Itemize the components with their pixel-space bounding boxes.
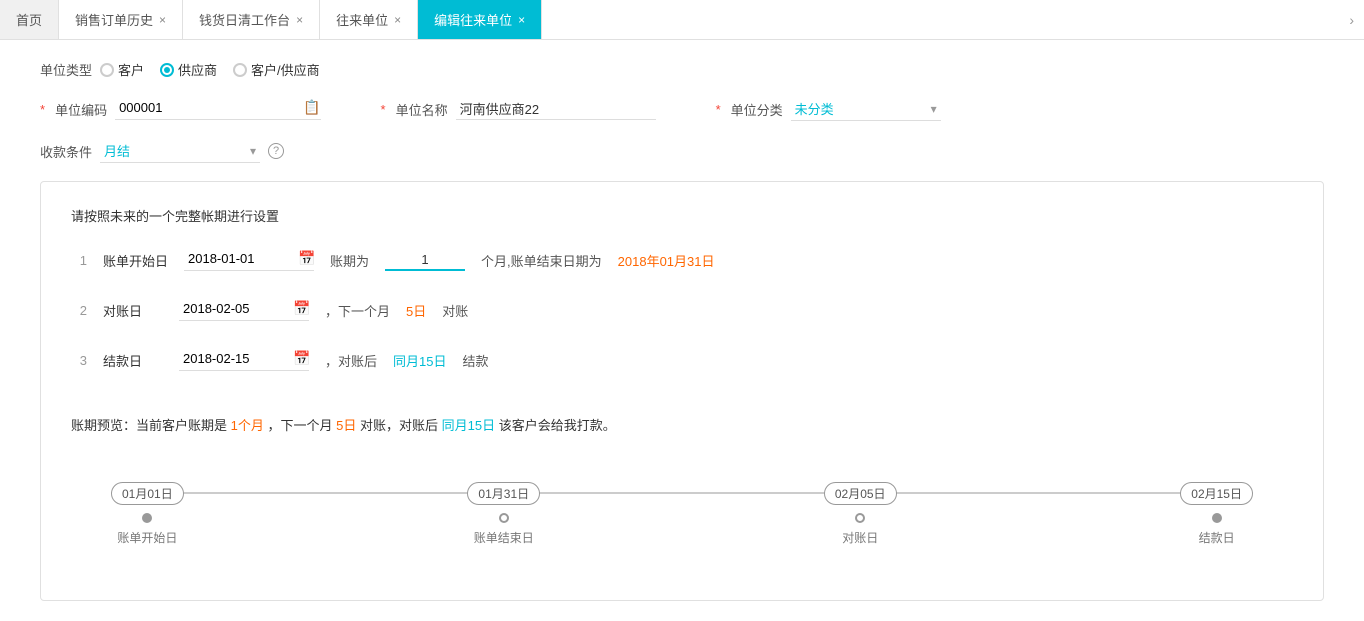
timeline-dot-1 <box>142 513 152 523</box>
payment-date-calendar-icon[interactable]: 📅 <box>293 350 310 367</box>
preview-text: 账期预览：当前客户账期是 1个月 ，下一个月 5日 对账，对账后 同月15日 该… <box>71 415 1293 434</box>
unit-name-input[interactable] <box>456 98 656 120</box>
unit-code-icon[interactable]: 📋 <box>303 99 320 116</box>
radio-customer-circle <box>100 63 114 77</box>
timeline-badge-1: 01月01日 <box>111 482 184 505</box>
close-cash-work-icon[interactable]: × <box>296 13 303 27</box>
settings-section: 请按照未来的一个完整帐期进行设置 1 账单开始日 📅 账期为 个月,账单结束日期… <box>40 181 1324 601</box>
start-date-input[interactable] <box>184 249 294 268</box>
main-content: 单位类型 客户 供应商 客户/供应商 * 单位编码 <box>0 40 1364 621</box>
payment-date-field: 📅 <box>179 349 309 371</box>
preview-section: 账期预览：当前客户账期是 1个月 ，下一个月 5日 对账，对账后 同月15日 该… <box>71 399 1293 576</box>
unit-class-group: * 单位分类 未分类 ▾ <box>716 97 941 121</box>
timeline-label-3: 对账日 <box>842 529 878 546</box>
radio-supplier[interactable]: 供应商 <box>160 60 217 79</box>
payment-highlight: 同月15日 <box>393 351 446 370</box>
row-label-3: 结款日 <box>103 351 163 370</box>
unit-class-required: * <box>716 102 721 117</box>
row-label-1: 账单开始日 <box>103 251 168 270</box>
timeline-label-4: 结款日 <box>1199 529 1235 546</box>
end-date-display: 2018年01月31日 <box>618 251 715 270</box>
start-date-field: 📅 <box>184 249 314 271</box>
tab-partner[interactable]: 往来单位 × <box>320 0 418 39</box>
timeline-badge-3: 02月05日 <box>824 482 897 505</box>
timeline-item-2: 01月31日 账单结束日 <box>467 482 540 546</box>
reconcile-highlight: 5日 <box>406 301 426 320</box>
unit-info-row: * 单位编码 📋 * 单位名称 * 单位分类 未分类 ▾ <box>40 97 1324 121</box>
radio-customer-supplier[interactable]: 客户/供应商 <box>233 60 320 79</box>
payment-condition-row: 收款条件 月结 ▾ ? <box>40 139 1324 163</box>
row-number-2: 2 <box>71 303 87 318</box>
timeline-label-1: 账单开始日 <box>117 529 177 546</box>
reconcile-prefix: ，下一个月 <box>325 301 390 320</box>
unit-code-input[interactable] <box>115 98 299 117</box>
preview-part3: 同月15日 <box>442 418 495 433</box>
payment-condition-dropdown[interactable]: 月结 ▾ <box>100 139 260 163</box>
unit-type-radio-group: 客户 供应商 客户/供应商 <box>100 60 320 79</box>
payment-condition-label: 收款条件 <box>40 142 92 161</box>
payment-help-icon[interactable]: ? <box>268 143 284 159</box>
period-input[interactable] <box>385 250 465 271</box>
period-unit: 个月,账单结束日期为 <box>481 251 602 270</box>
payment-suffix: 结款 <box>462 351 488 370</box>
radio-customer[interactable]: 客户 <box>100 60 144 79</box>
date-row-3: 3 结款日 📅 ，对账后 同月15日 结款 <box>71 349 1293 371</box>
row-number-1: 1 <box>71 253 87 268</box>
unit-class-value: 未分类 <box>795 99 927 118</box>
unit-class-dropdown-arrow: ▾ <box>931 102 937 116</box>
close-partner-icon[interactable]: × <box>394 13 401 27</box>
timeline-badge-4: 02月15日 <box>1180 482 1253 505</box>
payment-condition-value: 月结 <box>104 141 246 160</box>
timeline-label-2: 账单结束日 <box>474 529 534 546</box>
tab-sales-history[interactable]: 销售订单历史 × <box>59 0 183 39</box>
tab-home[interactable]: 首页 <box>0 0 59 39</box>
period-label: 账期为 <box>330 251 369 270</box>
date-row-2: 2 对账日 📅 ，下一个月 5日 对账 <box>71 299 1293 321</box>
timeline-badge-2: 01月31日 <box>467 482 540 505</box>
start-date-calendar-icon[interactable]: 📅 <box>298 250 315 267</box>
unit-code-required: * <box>40 102 45 117</box>
timeline-item-3: 02月05日 对账日 <box>824 482 897 546</box>
radio-customer-supplier-circle <box>233 63 247 77</box>
preview-part1: 1个月 <box>231 418 264 433</box>
radio-supplier-circle <box>160 63 174 77</box>
reconcile-date-field: 📅 <box>179 299 309 321</box>
unit-type-row: 单位类型 客户 供应商 客户/供应商 <box>40 60 1324 79</box>
unit-name-label: 单位名称 <box>396 100 448 119</box>
payment-condition-dropdown-arrow: ▾ <box>250 144 256 158</box>
payment-condition-group: 收款条件 月结 ▾ ? <box>40 139 284 163</box>
date-row-1: 1 账单开始日 📅 账期为 个月,账单结束日期为 2018年01月31日 <box>71 249 1293 271</box>
reconcile-date-input[interactable] <box>179 299 289 318</box>
unit-code-label: 单位编码 <box>55 100 107 119</box>
timeline-dot-3 <box>855 513 865 523</box>
unit-name-group: * 单位名称 <box>381 98 656 120</box>
timeline-container: 01月01日 账单开始日 01月31日 账单结束日 02月05日 对账日 <box>71 462 1293 576</box>
timeline-dot-2 <box>499 513 509 523</box>
unit-code-field: 📋 <box>115 98 320 120</box>
unit-name-required: * <box>381 102 386 117</box>
close-edit-partner-icon[interactable]: × <box>518 13 525 27</box>
unit-type-field: 单位类型 客户 供应商 客户/供应商 <box>40 60 320 79</box>
preview-part2: 5日 <box>336 418 356 433</box>
section-title: 请按照未来的一个完整帐期进行设置 <box>71 206 1293 225</box>
timeline-dot-4 <box>1212 513 1222 523</box>
row-label-2: 对账日 <box>103 301 163 320</box>
unit-class-label: 单位分类 <box>731 100 783 119</box>
timeline-item-4: 02月15日 结款日 <box>1180 482 1253 546</box>
reconcile-date-calendar-icon[interactable]: 📅 <box>293 300 310 317</box>
tab-cash-work[interactable]: 钱货日清工作台 × <box>183 0 320 39</box>
timeline-items: 01月01日 账单开始日 01月31日 账单结束日 02月05日 对账日 <box>111 482 1253 546</box>
unit-class-dropdown[interactable]: 未分类 ▾ <box>791 97 941 121</box>
tab-edit-partner[interactable]: 编辑往来单位 × <box>418 0 542 39</box>
payment-prefix: ，对账后 <box>325 351 377 370</box>
timeline-item-1: 01月01日 账单开始日 <box>111 482 184 546</box>
payment-date-input[interactable] <box>179 349 289 368</box>
unit-type-label: 单位类型 <box>40 60 92 79</box>
row-number-3: 3 <box>71 353 87 368</box>
reconcile-suffix: 对账 <box>442 301 468 320</box>
unit-code-group: * 单位编码 📋 <box>40 98 321 120</box>
tab-nav-arrow[interactable]: › <box>1339 0 1364 39</box>
tab-bar: 首页 销售订单历史 × 钱货日清工作台 × 往来单位 × 编辑往来单位 × › <box>0 0 1364 40</box>
close-sales-history-icon[interactable]: × <box>159 13 166 27</box>
